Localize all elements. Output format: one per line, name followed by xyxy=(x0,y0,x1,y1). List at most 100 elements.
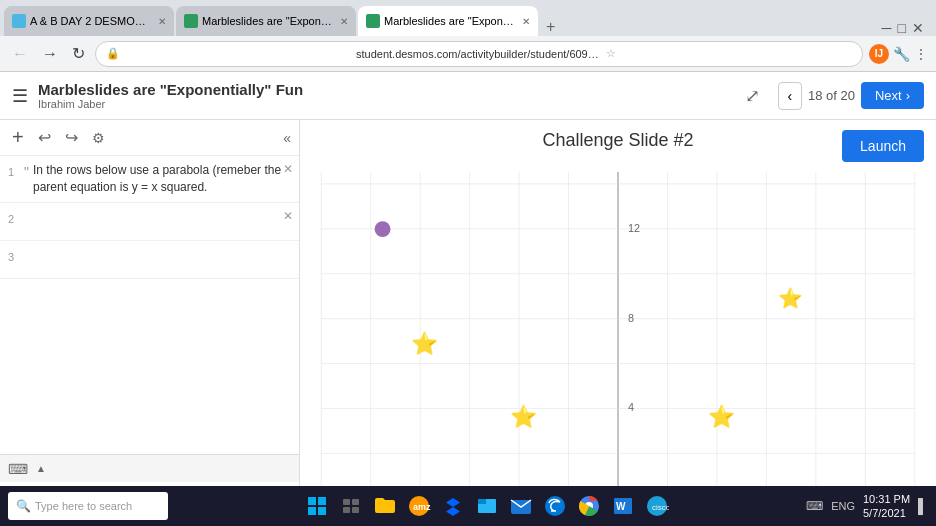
extensions-icon[interactable]: 🔧 xyxy=(893,46,910,62)
taskbar-clock: 10:31 PM 5/7/2021 xyxy=(863,492,910,521)
address-text: student.desmos.com/activitybuilder/stude… xyxy=(356,48,602,60)
taskbar-date: 5/7/2021 xyxy=(863,506,910,520)
tab-2-label: Marbleslides are "Exponentially" Fun xyxy=(202,15,332,27)
star-2: ⭐ xyxy=(510,403,538,430)
launch-button[interactable]: Launch xyxy=(842,130,924,162)
svg-rect-32 xyxy=(308,497,316,505)
graph-canvas: -12 -8 -4 0 4 8 12 4 8 12 xyxy=(300,157,936,523)
restore-button[interactable]: □ xyxy=(898,20,906,36)
star-1: ⭐ xyxy=(411,330,439,357)
keyboard-arrow-up[interactable]: ▲ xyxy=(36,463,46,474)
expression-1: 1 " In the rows below use a parabola (re… xyxy=(0,156,299,203)
keyboard-layout-icon: ⌨ xyxy=(806,499,823,513)
page-info: 18 of 20 xyxy=(808,88,855,103)
new-tab-button[interactable]: + xyxy=(540,18,561,36)
expression-2[interactable]: 2 ✕ xyxy=(0,203,299,241)
graph-title: Challenge Slide #2 xyxy=(300,120,936,157)
refresh-button[interactable]: ↻ xyxy=(68,42,89,65)
tab-3-close[interactable]: ✕ xyxy=(522,16,530,27)
tab-1-close[interactable]: ✕ xyxy=(158,16,166,27)
star-4-correct: ⭐ xyxy=(778,286,803,310)
keyboard-bar: ⌨ ▲ xyxy=(0,454,299,482)
taskbar-word-icon[interactable]: W xyxy=(609,492,637,520)
graph-area: Challenge Slide #2 Launch xyxy=(300,120,936,526)
expr-1-close[interactable]: ✕ xyxy=(283,162,293,176)
svg-rect-37 xyxy=(352,499,359,505)
left-panel: + ↩ ↪ ⚙ « 1 " In the rows below use a pa… xyxy=(0,120,300,526)
fullscreen-button[interactable]: ⤢ xyxy=(745,85,760,107)
taskbar-icons: amzn W cisco xyxy=(172,492,802,520)
collapse-panel-button[interactable]: « xyxy=(283,130,291,146)
tab-3-label: Marbleslides are "Exponentially" Fun xyxy=(384,15,514,27)
undo-button[interactable]: ↩ xyxy=(34,126,55,149)
tab-2-close[interactable]: ✕ xyxy=(340,16,348,27)
star-3: ⭐ xyxy=(708,403,736,430)
expression-3[interactable]: 3 xyxy=(0,241,299,279)
show-desktop-button[interactable]: ▌ xyxy=(918,498,928,514)
taskbar-dropbox-icon[interactable] xyxy=(439,492,467,520)
tab-1-label: A & B DAY 2 DESMOS CW/HW: xyxy=(30,15,150,27)
svg-rect-44 xyxy=(478,499,486,504)
panel-toolbar: + ↩ ↪ ⚙ « xyxy=(0,120,299,156)
tab-favicon-3 xyxy=(366,14,380,28)
expression-list: 1 " In the rows below use a parabola (re… xyxy=(0,156,299,454)
pagination: ‹ 18 of 20 Next › xyxy=(778,82,924,110)
back-button[interactable]: ← xyxy=(8,43,32,65)
taskbar-cisco-icon[interactable]: cisco xyxy=(643,492,671,520)
menu-icon[interactable]: ⋮ xyxy=(914,46,928,62)
taskbar-explorer-icon[interactable] xyxy=(473,492,501,520)
expr-3-input-area[interactable] xyxy=(24,247,291,272)
taskbar-edge-icon[interactable] xyxy=(541,492,569,520)
taskbar-search[interactable]: 🔍 Type here to search xyxy=(8,492,168,520)
expr-2-close[interactable]: ✕ xyxy=(283,209,293,223)
tab-3[interactable]: Marbleslides are "Exponentially" Fun ✕ xyxy=(358,6,538,36)
svg-rect-36 xyxy=(343,499,350,505)
taskbar-right: ⌨ ENG 10:31 PM 5/7/2021 ▌ xyxy=(806,492,928,521)
redo-button[interactable]: ↪ xyxy=(61,126,82,149)
app-title-area: Marbleslides are "Exponentially" Fun Ibr… xyxy=(38,81,735,110)
svg-text:amzn: amzn xyxy=(413,502,431,512)
taskbar-search-text: Type here to search xyxy=(35,500,132,512)
expr-1-quote: " xyxy=(24,162,29,180)
nav-bar: ← → ↻ 🔒 student.desmos.com/activitybuild… xyxy=(0,36,936,72)
nav-icons: IJ 🔧 ⋮ xyxy=(869,44,928,64)
expr-3-input[interactable] xyxy=(27,250,203,269)
tab-2[interactable]: Marbleslides are "Exponentially" Fun ✕ xyxy=(176,6,356,36)
svg-text:4: 4 xyxy=(628,401,634,413)
taskbar-lang: ENG xyxy=(831,500,855,512)
svg-text:8: 8 xyxy=(628,312,634,324)
minimize-button[interactable]: ─ xyxy=(882,20,892,36)
taskbar-chrome-icon[interactable] xyxy=(575,492,603,520)
settings-button[interactable]: ⚙ xyxy=(88,128,109,148)
close-button[interactable]: ✕ xyxy=(912,20,924,36)
taskbar-amazon-icon[interactable]: amzn xyxy=(405,492,433,520)
add-expression-button[interactable]: + xyxy=(8,124,28,151)
browser-chrome: A & B DAY 2 DESMOS CW/HW: ✕ Marbleslides… xyxy=(0,0,936,72)
taskbar-task-view-icon[interactable] xyxy=(337,492,365,520)
tab-1[interactable]: A & B DAY 2 DESMOS CW/HW: ✕ xyxy=(4,6,174,36)
expr-2-input-area[interactable] xyxy=(24,209,291,234)
prev-page-button[interactable]: ‹ xyxy=(778,82,802,110)
taskbar-mail-icon[interactable] xyxy=(507,492,535,520)
taskbar: 🔍 Type here to search amzn xyxy=(0,486,936,526)
profile-icon[interactable]: IJ xyxy=(869,44,889,64)
marble xyxy=(375,221,391,237)
expr-2-input[interactable] xyxy=(27,212,203,231)
app-subtitle: Ibrahim Jaber xyxy=(38,98,735,110)
forward-button[interactable]: → xyxy=(38,43,62,65)
lock-icon: 🔒 xyxy=(106,47,352,60)
taskbar-file-explorer-icon[interactable] xyxy=(371,492,399,520)
svg-rect-34 xyxy=(308,507,316,515)
address-bar[interactable]: 🔒 student.desmos.com/activitybuilder/stu… xyxy=(95,41,863,67)
taskbar-time: 10:31 PM xyxy=(863,492,910,506)
hamburger-menu[interactable]: ☰ xyxy=(12,85,28,107)
svg-text:12: 12 xyxy=(628,222,640,234)
keyboard-icon[interactable]: ⌨ xyxy=(8,461,28,477)
tab-bar: A & B DAY 2 DESMOS CW/HW: ✕ Marbleslides… xyxy=(0,0,936,36)
star-icon: ☆ xyxy=(606,47,852,60)
next-button[interactable]: Next › xyxy=(861,82,924,109)
svg-text:cisco: cisco xyxy=(652,503,669,512)
svg-rect-38 xyxy=(343,507,350,513)
svg-rect-33 xyxy=(318,497,326,505)
taskbar-windows-icon[interactable] xyxy=(303,492,331,520)
